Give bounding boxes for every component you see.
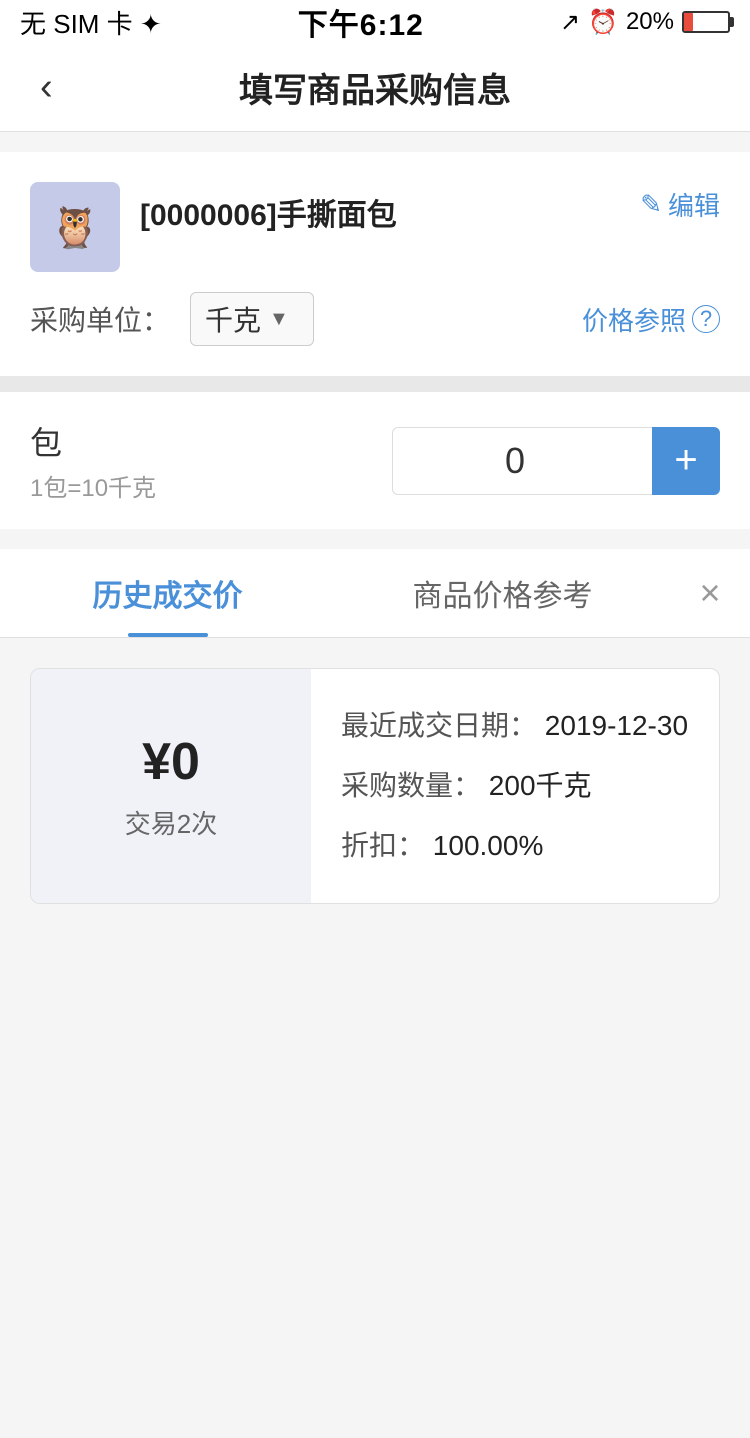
nav-bar: ‹ 填写商品采购信息 xyxy=(0,44,750,132)
history-price-section: ¥0 交易2次 xyxy=(31,669,311,903)
status-left: 无 SIM 卡 ✦ xyxy=(20,4,162,41)
unit-label-box: 包 1包=10千克 xyxy=(30,418,156,503)
quantity-input-wrapper: + xyxy=(176,427,720,495)
purchase-unit-label: 采购单位： xyxy=(30,299,170,339)
tab-product-price-ref[interactable]: 商品价格参考 xyxy=(335,549,670,637)
edit-icon: ✎ xyxy=(640,189,662,220)
battery-icon xyxy=(682,11,730,33)
edit-label: 编辑 xyxy=(668,186,720,223)
tab-active-indicator xyxy=(128,633,208,637)
discount-label: 折扣： xyxy=(341,830,425,861)
quantity-input[interactable] xyxy=(392,427,652,495)
section-divider xyxy=(0,376,750,392)
tabs-container: 历史成交价 商品价格参考 × xyxy=(0,549,750,638)
chevron-down-icon: ▼ xyxy=(269,308,289,331)
price-ref-button[interactable]: 价格参照 ? xyxy=(582,301,720,338)
edit-button[interactable]: ✎ 编辑 xyxy=(640,182,720,227)
tab-history-price-label: 历史成交价 xyxy=(93,571,243,615)
history-price-value: ¥0 xyxy=(142,732,200,792)
quantity-row: 包 1包=10千克 + xyxy=(0,392,750,529)
product-id-name: [0000006]手撕面包 xyxy=(140,190,397,234)
history-txn-count: 交易2次 xyxy=(125,804,217,841)
product-card: 🦉 [0000006]手撕面包 ✎ 编辑 采购单位： 千克 ▼ 价格参照 ? xyxy=(0,152,750,376)
product-left: 🦉 [0000006]手撕面包 xyxy=(30,182,397,272)
sim-signal-text: 无 SIM 卡 ✦ xyxy=(20,4,162,41)
purchase-unit-row: 采购单位： 千克 ▼ 价格参照 ? xyxy=(30,292,720,346)
recent-date-label: 最近成交日期： xyxy=(341,710,537,741)
quantity-plus-button[interactable]: + xyxy=(652,427,720,495)
product-thumbnail: 🦉 xyxy=(30,182,120,272)
recent-date-value: 2019-12-30 xyxy=(545,710,688,741)
plus-icon: + xyxy=(674,438,697,483)
history-card: ¥0 交易2次 最近成交日期： 2019-12-30 采购数量： 200千克 折… xyxy=(30,668,720,904)
product-header: 🦉 [0000006]手撕面包 ✎ 编辑 xyxy=(30,182,720,272)
tab-product-price-ref-label: 商品价格参考 xyxy=(413,571,593,615)
battery-percent: 20% xyxy=(626,8,674,36)
price-ref-label: 价格参照 xyxy=(582,301,686,338)
unit-main-label: 包 xyxy=(30,418,156,464)
back-button[interactable]: ‹ xyxy=(30,56,63,119)
unit-sub-label: 1包=10千克 xyxy=(30,468,156,503)
status-right: ↗ ⏰ 20% xyxy=(560,8,730,37)
tab-history-price[interactable]: 历史成交价 xyxy=(0,549,335,637)
unit-select-dropdown[interactable]: 千克 ▼ xyxy=(190,292,314,346)
alarm-icon: ⏰ xyxy=(588,8,618,37)
tab-close-button[interactable]: × xyxy=(670,549,750,637)
status-bar: 无 SIM 卡 ✦ 下午6:12 ↗ ⏰ 20% xyxy=(0,0,750,44)
recent-date-row: 最近成交日期： 2019-12-30 xyxy=(341,705,689,747)
purchase-qty-row: 采购数量： 200千克 xyxy=(341,765,689,807)
help-circle-icon: ? xyxy=(692,305,720,333)
status-time: 下午6:12 xyxy=(298,0,424,44)
history-detail-section: 最近成交日期： 2019-12-30 采购数量： 200千克 折扣： 100.0… xyxy=(311,669,719,903)
unit-select-value: 千克 xyxy=(205,299,261,339)
content-area: ¥0 交易2次 最近成交日期： 2019-12-30 采购数量： 200千克 折… xyxy=(0,638,750,1438)
discount-row: 折扣： 100.00% xyxy=(341,825,689,867)
close-icon: × xyxy=(699,572,720,614)
purchase-qty-value: 200千克 xyxy=(489,770,592,801)
page-title: 填写商品采购信息 xyxy=(239,63,511,112)
discount-value: 100.00% xyxy=(433,830,544,861)
purchase-qty-label: 采购数量： xyxy=(341,770,481,801)
location-icon: ↗ xyxy=(560,8,580,37)
product-logo-icon: 🦉 xyxy=(50,204,100,251)
